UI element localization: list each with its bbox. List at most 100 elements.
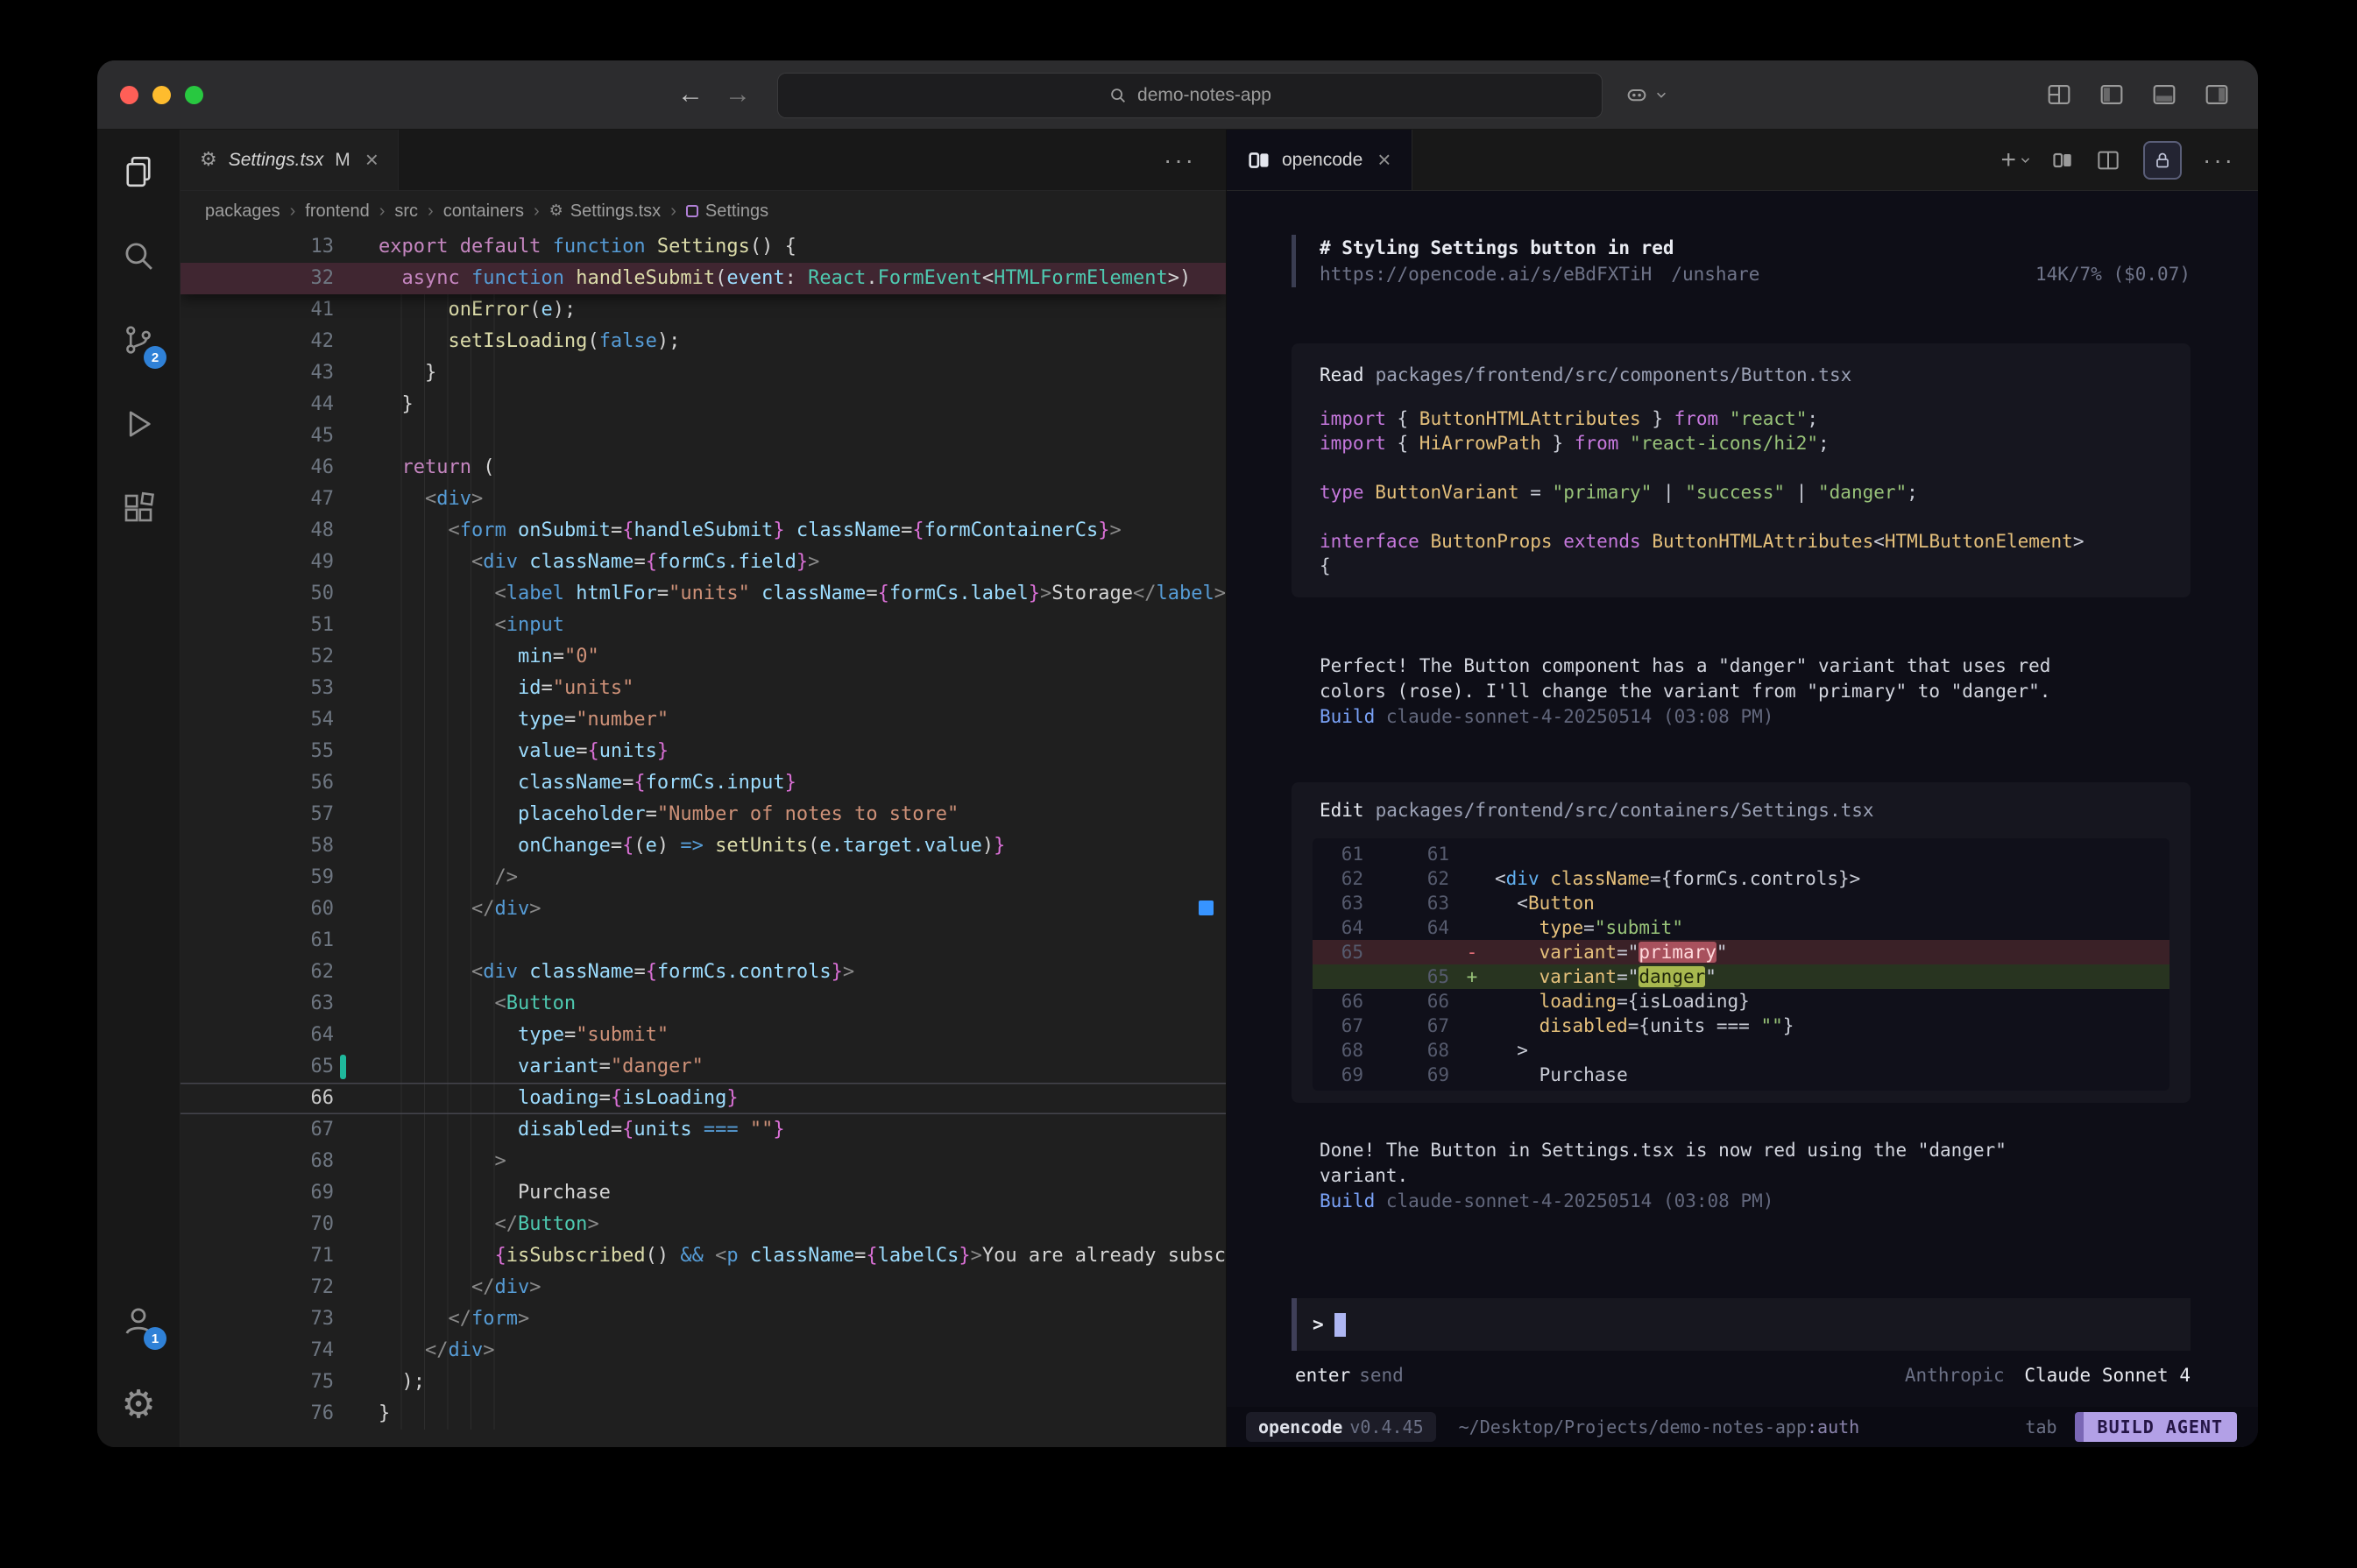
breadcrumb-item[interactable]: ⚙Settings.tsx	[549, 201, 662, 222]
code-line[interactable]: 53 id="units"	[180, 673, 1226, 704]
code-line[interactable]: 73 </form>	[180, 1303, 1226, 1335]
session-share-url: https://opencode.ai/s/eBdFXTiH	[1320, 261, 1652, 287]
code-line[interactable]: 45	[180, 420, 1226, 452]
code-line[interactable]: 65 variant="danger"	[180, 1051, 1226, 1083]
code-line[interactable]: 66 loading={isLoading}	[180, 1083, 1226, 1114]
code-line[interactable]: 68 >	[180, 1146, 1226, 1177]
command-center-text: demo-notes-app	[1137, 85, 1271, 106]
code-line[interactable]: 63 <Button	[180, 988, 1226, 1020]
code-line[interactable]: 52 min="0"	[180, 641, 1226, 673]
files-icon	[120, 153, 157, 190]
code-line[interactable]: 61	[180, 925, 1226, 957]
tool-verb: Read	[1320, 364, 1364, 385]
account-badge: 1	[144, 1327, 166, 1350]
close-panel-tab-icon[interactable]: ×	[1377, 146, 1391, 173]
breadcrumb-item[interactable]: Settings	[686, 201, 768, 222]
code-lines: 41 onError(e);42 setIsLoading(false);43 …	[180, 294, 1226, 1430]
code-line[interactable]: 67 disabled={units === ""}	[180, 1114, 1226, 1146]
code-line[interactable]: 58 onChange={(e) => setUnits(e.target.va…	[180, 830, 1226, 862]
minimize-window-button[interactable]	[152, 86, 171, 104]
activity-account[interactable]: 1	[97, 1279, 180, 1363]
close-window-button[interactable]	[120, 86, 138, 104]
close-tab-icon[interactable]: ×	[365, 146, 379, 173]
breadcrumb-item[interactable]: frontend	[305, 201, 369, 222]
code-line[interactable]: 32 async function handleSubmit(event: Re…	[180, 263, 1226, 294]
editor-actions-more[interactable]: ···	[1164, 130, 1226, 190]
code-line[interactable]: 72 </div>	[180, 1272, 1226, 1303]
code-line[interactable]: 56 className={formCs.input}	[180, 767, 1226, 799]
toggle-sidebar-left-icon[interactable]	[2097, 80, 2127, 109]
activity-source-control[interactable]: 2	[97, 298, 180, 382]
activity-extensions[interactable]	[97, 466, 180, 550]
code-line[interactable]: 49 <div className={formCs.field}>	[180, 547, 1226, 578]
code-line[interactable]: 76}	[180, 1398, 1226, 1430]
tab-settings-tsx[interactable]: ⚙ Settings.tsx M ×	[180, 130, 399, 190]
breadcrumb-separator: ›	[290, 201, 296, 222]
prompt-input[interactable]: >	[1292, 1298, 2191, 1351]
copilot-menu[interactable]	[1624, 60, 1667, 129]
new-terminal-button[interactable]: +	[2000, 145, 2031, 175]
plus-icon: +	[2000, 145, 2016, 175]
snippet-line: import { ButtonHTMLAttributes } from "re…	[1320, 406, 2162, 431]
code-line[interactable]: 71 {isSubscribed() && <p className={labe…	[180, 1240, 1226, 1272]
code-line[interactable]: 60 </div>	[180, 893, 1226, 925]
code-line[interactable]: 75 );	[180, 1367, 1226, 1398]
code-line[interactable]: 43 }	[180, 357, 1226, 389]
code-line[interactable]: 57 placeholder="Number of notes to store…	[180, 799, 1226, 830]
split-editor-icon[interactable]	[2094, 146, 2122, 174]
opencode-logo-icon	[1248, 149, 1271, 172]
breadcrumb-item[interactable]: packages	[205, 201, 280, 222]
activity-run-debug[interactable]	[97, 382, 180, 466]
snippet-line: {	[1320, 554, 2162, 578]
toggle-sidebar-right-icon[interactable]	[2202, 80, 2232, 109]
prompt-symbol: >	[1313, 1314, 1324, 1335]
message-text: Perfect! The Button component has a "dan…	[1320, 653, 2191, 704]
command-center-search[interactable]: demo-notes-app	[777, 73, 1603, 118]
zoom-window-button[interactable]	[185, 86, 203, 104]
tab-opencode-terminal[interactable]: opencode ×	[1227, 130, 1412, 190]
code-line[interactable]: 69 Purchase	[180, 1177, 1226, 1209]
tab-label: Settings.tsx	[229, 150, 324, 171]
agent-mode-badge[interactable]: BUILD AGENT	[2075, 1412, 2237, 1442]
layout-controls	[2044, 60, 2258, 129]
tool-card-read: Readpackages/frontend/src/components/But…	[1292, 343, 2191, 597]
line-number: 51	[180, 610, 379, 641]
code-line[interactable]: 46 return (	[180, 452, 1226, 484]
code-line[interactable]: 59 />	[180, 862, 1226, 893]
breadcrumb-item[interactable]: src	[394, 201, 418, 222]
code-editor[interactable]: 13export default function Settings() {32…	[180, 231, 1226, 1447]
code-line[interactable]: 50 <label htmlFor="units" className={for…	[180, 578, 1226, 610]
text-cursor	[1334, 1313, 1346, 1337]
customize-layout-icon[interactable]	[2044, 80, 2074, 109]
activity-search[interactable]	[97, 214, 180, 298]
back-button[interactable]: ←	[677, 60, 704, 129]
copilot-icon	[1624, 81, 1650, 108]
chevron-down-icon	[2020, 154, 2031, 166]
code-line[interactable]: 48 <form onSubmit={handleSubmit} classNa…	[180, 515, 1226, 547]
code-line[interactable]: 41 onError(e);	[180, 294, 1226, 326]
code-line[interactable]: 13export default function Settings() {	[180, 231, 1226, 263]
code-line[interactable]: 64 type="submit"	[180, 1020, 1226, 1051]
code-line[interactable]: 44 }	[180, 389, 1226, 420]
forward-button[interactable]: →	[725, 60, 751, 129]
breadcrumb-item[interactable]: containers	[443, 201, 524, 222]
tool-card-title: Editpackages/frontend/src/containers/Set…	[1313, 798, 2169, 823]
scm-badge: 2	[144, 346, 166, 369]
code-line[interactable]: 70 </Button>	[180, 1209, 1226, 1240]
toggle-panel-icon[interactable]	[2149, 80, 2179, 109]
code-line[interactable]: 55 value={units}	[180, 736, 1226, 767]
panel-more-actions[interactable]: ···	[2203, 146, 2235, 174]
lock-editor-group-button[interactable]	[2143, 141, 2182, 180]
code-line[interactable]: 54 type="number"	[180, 704, 1226, 736]
code-line[interactable]: 47 <div>	[180, 484, 1226, 515]
activity-settings[interactable]: ⚙	[97, 1363, 180, 1447]
code-line[interactable]: 62 <div className={formCs.controls}>	[180, 957, 1226, 988]
terminal-profile-icon[interactable]	[2052, 150, 2073, 171]
code-line[interactable]: 74 </div>	[180, 1335, 1226, 1367]
code-line[interactable]: 42 setIsLoading(false);	[180, 326, 1226, 357]
activity-explorer[interactable]	[97, 130, 180, 214]
tab-key-hint: tab	[2025, 1416, 2056, 1437]
code-line[interactable]: 51 <input	[180, 610, 1226, 641]
run-debug-icon	[120, 406, 157, 442]
diff-row: 6161	[1313, 842, 2169, 866]
